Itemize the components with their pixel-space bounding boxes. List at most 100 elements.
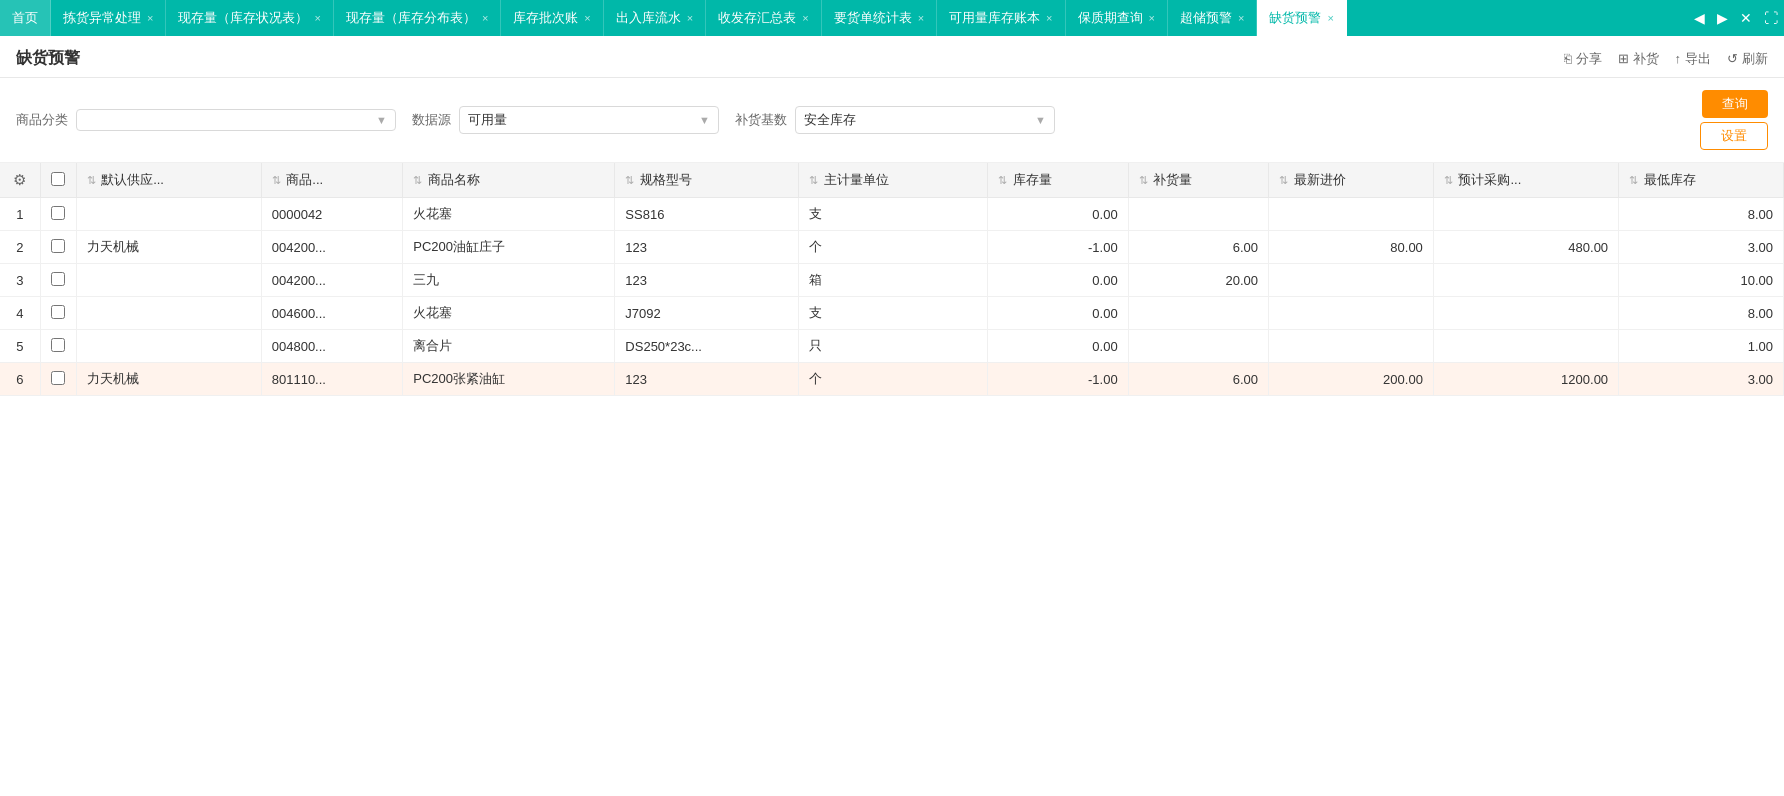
row-latest-price bbox=[1269, 297, 1434, 330]
close-tab-3[interactable]: × bbox=[482, 12, 488, 24]
export-button[interactable]: ↑ 导出 bbox=[1675, 50, 1712, 68]
row-supplier bbox=[76, 330, 261, 363]
row-checkbox[interactable] bbox=[51, 338, 65, 352]
row-replenish-qty: 20.00 bbox=[1128, 264, 1268, 297]
col-spec[interactable]: ⇅ 规格型号 bbox=[615, 163, 799, 198]
col-replenish-qty[interactable]: ⇅ 补货量 bbox=[1128, 163, 1268, 198]
row-latest-price: 80.00 bbox=[1269, 231, 1434, 264]
datasource-select[interactable]: 可用量 ▼ bbox=[459, 106, 719, 134]
sort-stock-icon: ⇅ bbox=[998, 174, 1007, 186]
row-unit: 个 bbox=[798, 231, 987, 264]
close-tab-7[interactable]: × bbox=[918, 12, 924, 24]
col-latest-price[interactable]: ⇅ 最新进价 bbox=[1269, 163, 1434, 198]
replenish-select[interactable]: 安全库存 ▼ bbox=[795, 106, 1055, 134]
row-supplier: 力天机械 bbox=[76, 363, 261, 396]
sort-min-icon: ⇅ bbox=[1629, 174, 1638, 186]
replenish-button[interactable]: ⊞ 补货 bbox=[1618, 50, 1659, 68]
tab-next-btn[interactable]: ▶ bbox=[1711, 0, 1734, 36]
row-checkbox[interactable] bbox=[51, 305, 65, 319]
query-button[interactable]: 查询 bbox=[1702, 90, 1768, 118]
row-min-stock: 10.00 bbox=[1619, 264, 1784, 297]
replenish-label: 补货基数 bbox=[735, 111, 787, 129]
close-tab-5[interactable]: × bbox=[687, 12, 693, 24]
close-tab-11[interactable]: × bbox=[1327, 12, 1333, 24]
row-stock: 0.00 bbox=[988, 330, 1128, 363]
row-latest-price bbox=[1269, 198, 1434, 231]
close-tab-9[interactable]: × bbox=[1149, 12, 1155, 24]
share-button[interactable]: ⎗ 分享 bbox=[1564, 50, 1602, 68]
category-filter-group: 商品分类 ▼ bbox=[16, 109, 396, 131]
header-actions: ⎗ 分享 ⊞ 补货 ↑ 导出 ↺ 刷新 bbox=[1564, 50, 1769, 68]
row-code: 0000042 bbox=[261, 198, 403, 231]
row-supplier bbox=[76, 264, 261, 297]
row-checkbox[interactable] bbox=[51, 272, 65, 286]
row-code: 004200... bbox=[261, 231, 403, 264]
col-stock[interactable]: ⇅ 库存量 bbox=[988, 163, 1128, 198]
row-checkbox-cell[interactable] bbox=[40, 198, 76, 231]
sort-code-icon: ⇅ bbox=[272, 174, 281, 186]
row-latest-price bbox=[1269, 264, 1434, 297]
col-product-code[interactable]: ⇅ 商品... bbox=[261, 163, 403, 198]
row-unit: 支 bbox=[798, 297, 987, 330]
tab-recv-summary[interactable]: 收发存汇总表 × bbox=[706, 0, 821, 36]
tab-stock-status[interactable]: 现存量（库存状况表） × bbox=[166, 0, 333, 36]
tab-prev-btn[interactable]: ◀ bbox=[1688, 0, 1711, 36]
col-unit[interactable]: ⇅ 主计量单位 bbox=[798, 163, 987, 198]
row-num: 6 bbox=[0, 363, 40, 396]
tab-batch-account[interactable]: 库存批次账 × bbox=[501, 0, 603, 36]
settings-button[interactable]: 设置 bbox=[1700, 122, 1768, 150]
tab-shelf-life[interactable]: 保质期查询 × bbox=[1066, 0, 1168, 36]
refresh-button[interactable]: ↺ 刷新 bbox=[1727, 50, 1768, 68]
tab-available-ledger[interactable]: 可用量库存账本 × bbox=[937, 0, 1065, 36]
tab-shortage[interactable]: 缺货预警 × bbox=[1257, 0, 1346, 36]
row-num: 1 bbox=[0, 198, 40, 231]
row-unit: 只 bbox=[798, 330, 987, 363]
table-row: 1 0000042 火花塞 SS816 支 0.00 8.00 bbox=[0, 198, 1784, 231]
page-header: 缺货预警 ⎗ 分享 ⊞ 补货 ↑ 导出 ↺ 刷新 bbox=[0, 36, 1784, 78]
row-checkbox[interactable] bbox=[51, 239, 65, 253]
row-checkbox-cell[interactable] bbox=[40, 363, 76, 396]
tab-stock-dist[interactable]: 现存量（库存分布表） × bbox=[334, 0, 501, 36]
row-code: 004200... bbox=[261, 264, 403, 297]
tab-close-all-btn[interactable]: ✕ bbox=[1734, 0, 1758, 36]
refresh-icon: ↺ bbox=[1727, 51, 1738, 66]
row-checkbox-cell[interactable] bbox=[40, 297, 76, 330]
row-est-purchase bbox=[1433, 297, 1618, 330]
close-tab-4[interactable]: × bbox=[584, 12, 590, 24]
table-body: 1 0000042 火花塞 SS816 支 0.00 8.00 2 力天机械 0… bbox=[0, 198, 1784, 396]
close-tab-10[interactable]: × bbox=[1238, 12, 1244, 24]
row-checkbox[interactable] bbox=[51, 371, 65, 385]
sort-name-icon: ⇅ bbox=[413, 174, 422, 186]
col-est-purchase[interactable]: ⇅ 预计采购... bbox=[1433, 163, 1618, 198]
close-tab-6[interactable]: × bbox=[802, 12, 808, 24]
close-tab-2[interactable]: × bbox=[314, 12, 320, 24]
col-default-supplier[interactable]: ⇅ 默认供应... bbox=[76, 163, 261, 198]
col-product-name[interactable]: ⇅ 商品名称 bbox=[403, 163, 615, 198]
row-code: 004600... bbox=[261, 297, 403, 330]
table-row: 6 力天机械 801110... PC200张紧油缸 123 个 -1.00 6… bbox=[0, 363, 1784, 396]
row-est-purchase bbox=[1433, 330, 1618, 363]
row-checkbox-cell[interactable] bbox=[40, 330, 76, 363]
row-checkbox[interactable] bbox=[51, 206, 65, 220]
select-all-checkbox[interactable] bbox=[51, 172, 65, 186]
row-replenish-qty bbox=[1128, 330, 1268, 363]
tab-overstock[interactable]: 超储预警 × bbox=[1168, 0, 1257, 36]
tab-inout-flow[interactable]: 出入库流水 × bbox=[604, 0, 706, 36]
close-tab-1[interactable]: × bbox=[147, 12, 153, 24]
row-unit: 支 bbox=[798, 198, 987, 231]
tab-expand-btn[interactable]: ⛶ bbox=[1758, 0, 1784, 36]
table-row: 2 力天机械 004200... PC200油缸庄子 123 个 -1.00 6… bbox=[0, 231, 1784, 264]
row-spec: DS250*23c... bbox=[615, 330, 799, 363]
col-min-stock[interactable]: ⇅ 最低库存 bbox=[1619, 163, 1784, 198]
category-select[interactable]: ▼ bbox=[76, 109, 396, 131]
close-tab-8[interactable]: × bbox=[1046, 12, 1052, 24]
tab-picking-exception[interactable]: 拣货异常处理 × bbox=[51, 0, 166, 36]
tab-order-stats[interactable]: 要货单统计表 × bbox=[822, 0, 937, 36]
row-checkbox-cell[interactable] bbox=[40, 264, 76, 297]
datasource-arrow-icon: ▼ bbox=[699, 114, 710, 126]
page-title: 缺货预警 bbox=[16, 48, 80, 69]
row-checkbox-cell[interactable] bbox=[40, 231, 76, 264]
row-est-purchase bbox=[1433, 264, 1618, 297]
gear-icon[interactable]: ⚙ bbox=[13, 171, 26, 188]
tab-home[interactable]: 首页 bbox=[0, 0, 51, 36]
